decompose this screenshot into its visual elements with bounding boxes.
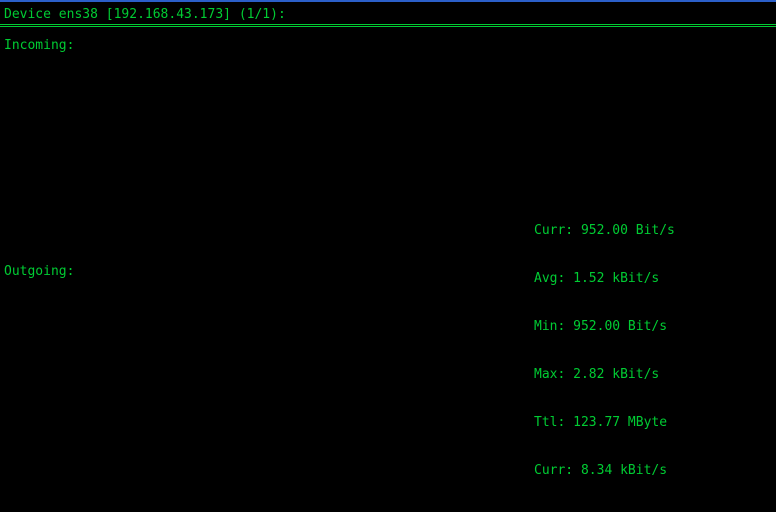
incoming-ttl-value: 123.77 MByte [573, 415, 667, 430]
incoming-curr-row: Curr: 952.00 Bit/s [534, 223, 675, 239]
terminal-screen: Device ens38 [192.168.43.173] (1/1): Inc… [0, 0, 776, 228]
device-header: Device ens38 [192.168.43.173] (1/1): [4, 7, 286, 23]
incoming-ttl-row: Ttl: 123.77 MByte [534, 415, 675, 431]
incoming-curr-label: Curr: [534, 223, 581, 238]
incoming-max-row: Max: 2.82 kBit/s [534, 367, 675, 383]
outgoing-curr-row: Curr: 8.34 kBit/s [534, 463, 667, 479]
device-position: (1/1) [239, 7, 278, 22]
incoming-avg-value: 1.52 kBit/s [573, 271, 659, 286]
incoming-stats-block: Curr: 952.00 Bit/s Avg: 1.52 kBit/s Min:… [534, 191, 675, 463]
incoming-max-label: Max: [534, 367, 573, 382]
device-ip: 192.168.43.173 [114, 7, 224, 22]
outgoing-curr-label: Curr: [534, 463, 581, 478]
incoming-avg-label: Avg: [534, 271, 573, 286]
device-prefix: Device [4, 7, 59, 22]
outgoing-label: Outgoing: [4, 264, 74, 280]
outgoing-curr-value: 8.34 kBit/s [581, 463, 667, 478]
incoming-min-label: Min: [534, 319, 573, 334]
header-double-rule [0, 24, 776, 27]
incoming-curr-value: 952.00 Bit/s [581, 223, 675, 238]
header-colon: : [278, 7, 286, 22]
incoming-ttl-label: Ttl: [534, 415, 573, 430]
device-name: ens38 [59, 7, 98, 22]
incoming-avg-row: Avg: 1.52 kBit/s [534, 271, 675, 287]
outgoing-stats-block: Curr: 8.34 kBit/s Avg: 8.07 kBit/s Min: … [534, 431, 667, 512]
incoming-min-value: 952.00 Bit/s [573, 319, 667, 334]
incoming-label: Incoming: [4, 38, 74, 54]
incoming-min-row: Min: 952.00 Bit/s [534, 319, 675, 335]
incoming-max-value: 2.82 kBit/s [573, 367, 659, 382]
